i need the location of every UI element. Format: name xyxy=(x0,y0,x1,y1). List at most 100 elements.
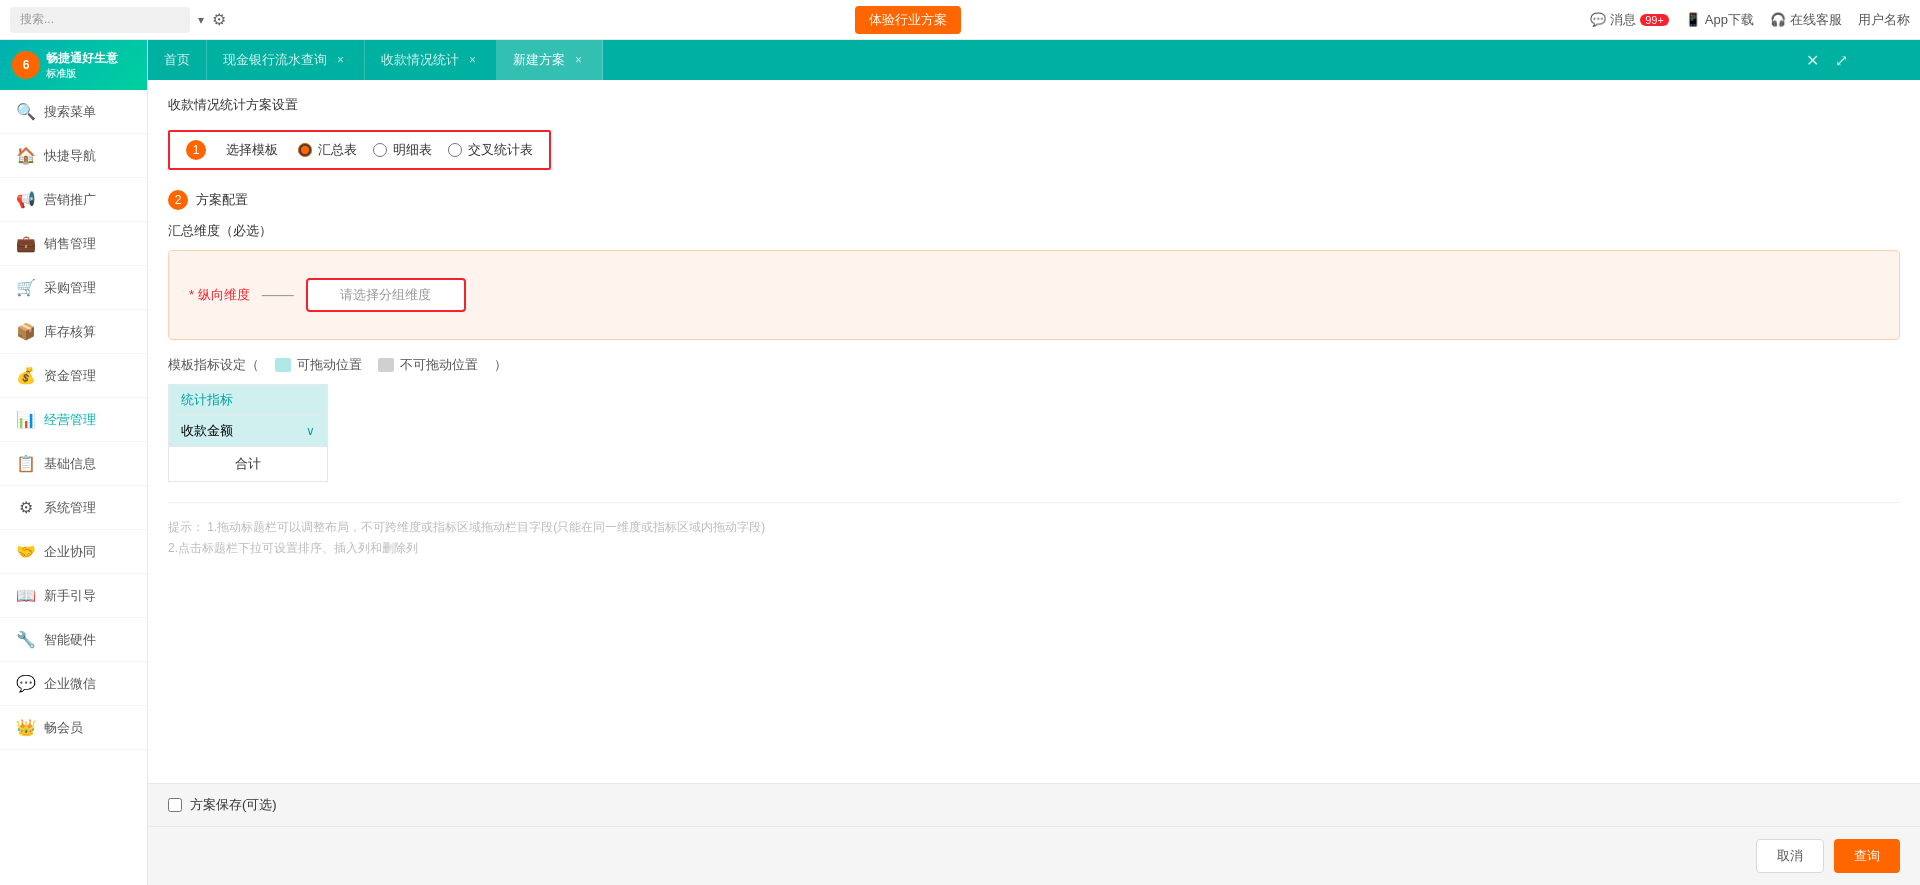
radio-summary-input[interactable] xyxy=(298,143,312,157)
step2-header: 2 方案配置 xyxy=(168,190,1900,210)
download-icon: 📱 xyxy=(1685,12,1701,27)
sidebar-item-member[interactable]: 👑 畅会员 xyxy=(0,706,147,750)
tab-receipt-label: 收款情况统计 xyxy=(381,51,459,69)
logo-icon: 6 xyxy=(12,51,40,79)
metrics-total-cell: 合计 xyxy=(169,447,327,481)
sidebar-item-basic[interactable]: 📋 基础信息 xyxy=(0,442,147,486)
tab-bank[interactable]: 现金银行流水查询 × xyxy=(207,40,365,80)
radio-summary[interactable]: 汇总表 xyxy=(298,141,357,159)
radio-cross-input[interactable] xyxy=(448,143,462,157)
metrics-setting: 模板指标设定（ 可拖动位置 不可拖动位置 ） xyxy=(168,356,1900,482)
message-item[interactable]: 💬 消息 99+ xyxy=(1590,11,1669,29)
sidebar-item-label: 经营管理 xyxy=(44,411,96,429)
sidebar: 6 畅捷通好生意 标准版 🔍 搜索菜单 🏠 快捷导航 📢 营销推广 💼 销售管理… xyxy=(0,40,148,885)
sidebar-item-search[interactable]: 🔍 搜索菜单 xyxy=(0,90,147,134)
sidebar-item-finance[interactable]: 💰 资金管理 xyxy=(0,354,147,398)
step2-section: 2 方案配置 汇总维度（必选） * 纵向维度 —— 请选择分组维度 xyxy=(168,190,1900,557)
sidebar-item-sales[interactable]: 💼 销售管理 xyxy=(0,222,147,266)
hardware-icon: 🔧 xyxy=(16,630,36,649)
metrics-dropdown-icon[interactable]: ∨ xyxy=(306,424,315,438)
message-label: 消息 xyxy=(1610,11,1636,29)
cancel-button[interactable]: 取消 xyxy=(1756,839,1824,873)
message-icon: 💬 xyxy=(1590,12,1606,27)
metrics-close-paren: ） xyxy=(494,356,507,374)
step1-header: 1 选择模板 汇总表 明细表 xyxy=(168,130,1900,170)
page-title: 收款情况统计方案设置 xyxy=(168,96,1900,114)
gear-icon[interactable]: ⚙ xyxy=(212,10,226,29)
inventory-icon: 📦 xyxy=(16,322,36,341)
metrics-amount-header[interactable]: 收款金额 ∨ xyxy=(169,416,327,447)
home-icon: 🏠 xyxy=(16,146,36,165)
metrics-category-label: 统计指标 xyxy=(181,391,233,409)
hint-line-2: 2.点击标题栏下拉可设置排序、插入列和删除列 xyxy=(168,540,1900,557)
wechat-icon: 💬 xyxy=(16,674,36,693)
tab-receipt[interactable]: 收款情况统计 × xyxy=(365,40,497,80)
radio-detail-input[interactable] xyxy=(373,143,387,157)
sidebar-item-label: 营销推广 xyxy=(44,191,96,209)
tab-new-plan[interactable]: 新建方案 × xyxy=(497,40,603,80)
tab-new-plan-close[interactable]: × xyxy=(571,51,586,69)
sidebar-item-wechat[interactable]: 💬 企业微信 xyxy=(0,662,147,706)
sidebar-item-purchase[interactable]: 🛒 采购管理 xyxy=(0,266,147,310)
sidebar-item-label: 企业微信 xyxy=(44,675,96,693)
step1-section: 1 选择模板 汇总表 明细表 xyxy=(168,130,1900,170)
query-button[interactable]: 查询 xyxy=(1834,839,1900,873)
sidebar-item-label: 库存核算 xyxy=(44,323,96,341)
radio-summary-label: 汇总表 xyxy=(318,141,357,159)
legend-fixed: 不可拖动位置 xyxy=(378,356,478,374)
system-icon: ⚙ xyxy=(16,498,36,517)
tab-close-all-icon[interactable]: ✕ xyxy=(1802,47,1823,74)
tab-receipt-close[interactable]: × xyxy=(465,51,480,69)
tab-bank-close[interactable]: × xyxy=(333,51,348,69)
step1-number: 1 xyxy=(186,140,206,160)
fixed-box-icon xyxy=(378,358,394,372)
guide-icon: 📖 xyxy=(16,586,36,605)
sales-icon: 💼 xyxy=(16,234,36,253)
sidebar-item-home[interactable]: 🏠 快捷导航 xyxy=(0,134,147,178)
radio-cross-label: 交叉统计表 xyxy=(468,141,533,159)
sidebar-item-label: 新手引导 xyxy=(44,587,96,605)
service-icon: 🎧 xyxy=(1770,12,1786,27)
header-dropdown-button[interactable]: ▾ xyxy=(198,13,204,27)
sidebar-item-inventory[interactable]: 📦 库存核算 xyxy=(0,310,147,354)
sidebar-item-marketing[interactable]: 📢 营销推广 xyxy=(0,178,147,222)
metrics-header: 模板指标设定（ 可拖动位置 不可拖动位置 ） xyxy=(168,356,1900,374)
sidebar-item-management[interactable]: 📊 经营管理 xyxy=(0,398,147,442)
template-radio-group: 汇总表 明细表 交叉统计表 xyxy=(298,141,533,159)
save-plan-checkbox[interactable] xyxy=(168,798,182,812)
service-item[interactable]: 🎧 在线客服 xyxy=(1770,11,1842,29)
tab-home-label: 首页 xyxy=(164,51,190,69)
tab-home[interactable]: 首页 xyxy=(148,40,207,80)
download-item[interactable]: 📱 App下载 xyxy=(1685,11,1754,29)
trial-button[interactable]: 体验行业方案 xyxy=(855,6,961,34)
radio-cross[interactable]: 交叉统计表 xyxy=(448,141,533,159)
step2-number: 2 xyxy=(168,190,188,210)
service-label: 在线客服 xyxy=(1790,11,1842,29)
dimension-arrow: —— xyxy=(262,286,294,304)
radio-detail[interactable]: 明细表 xyxy=(373,141,432,159)
logo-text: 畅捷通好生意 标准版 xyxy=(46,50,118,81)
draggable-box-icon xyxy=(275,358,291,372)
sidebar-item-hardware[interactable]: 🔧 智能硬件 xyxy=(0,618,147,662)
fixed-label: 不可拖动位置 xyxy=(400,356,478,374)
sidebar-item-guide[interactable]: 📖 新手引导 xyxy=(0,574,147,618)
step2-title: 方案配置 xyxy=(196,191,248,209)
header-search-bar[interactable]: 搜索... xyxy=(10,7,190,33)
metrics-table: 统计指标 收款金额 ∨ 合计 xyxy=(168,384,328,482)
tab-new-plan-label: 新建方案 xyxy=(513,51,565,69)
top-header: 搜索... ▾ ⚙ 体验行业方案 💬 消息 99+ 📱 App下载 🎧 在线客服… xyxy=(0,0,1920,40)
config-section: 汇总维度（必选） * 纵向维度 —— 请选择分组维度 模板指标设定（ xyxy=(168,222,1900,557)
draggable-label: 可拖动位置 xyxy=(297,356,362,374)
sidebar-item-label: 畅会员 xyxy=(44,719,83,737)
sidebar-item-enterprise[interactable]: 🤝 企业协同 xyxy=(0,530,147,574)
page-content: 收款情况统计方案设置 1 选择模板 汇总表 xyxy=(148,80,1920,783)
management-icon: 📊 xyxy=(16,410,36,429)
hint-line-1: 提示： 1.拖动标题栏可以调整布局，不可跨维度或指标区域拖动栏目字段(只能在同一… xyxy=(168,519,1900,536)
metrics-category-header: 统计指标 xyxy=(169,385,327,416)
dimension-select-button[interactable]: 请选择分组维度 xyxy=(306,278,466,312)
tab-expand-icon[interactable]: ⤢ xyxy=(1831,47,1852,74)
dimension-area: * 纵向维度 —— 请选择分组维度 xyxy=(168,250,1900,340)
radio-detail-label: 明细表 xyxy=(393,141,432,159)
sidebar-item-system[interactable]: ⚙ 系统管理 xyxy=(0,486,147,530)
purchase-icon: 🛒 xyxy=(16,278,36,297)
